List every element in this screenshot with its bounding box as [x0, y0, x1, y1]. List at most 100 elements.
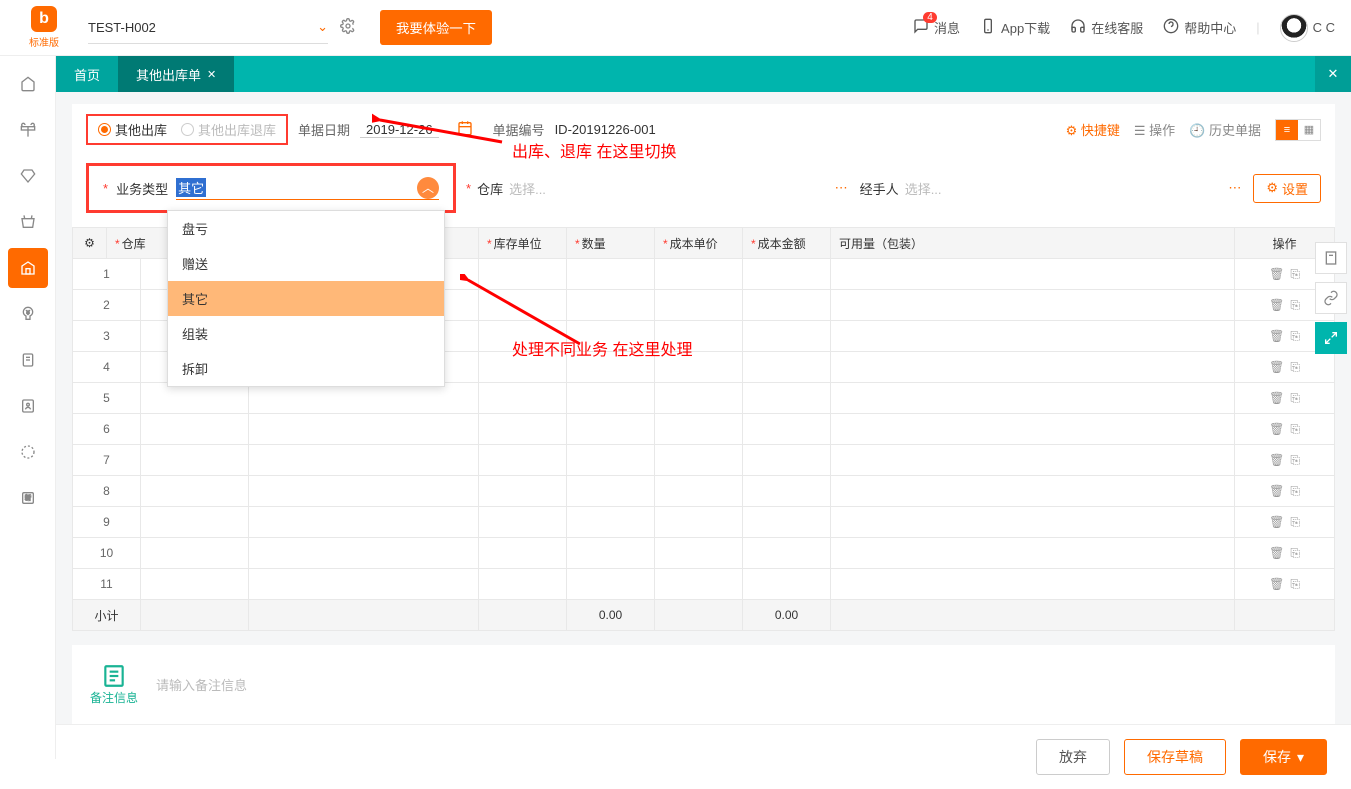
operations-link[interactable]: ☰ 操作 [1134, 120, 1175, 139]
copy-icon[interactable]: ⎘ [1290, 360, 1300, 375]
nav-gift-icon[interactable] [8, 110, 48, 150]
delete-icon[interactable]: 🗑 [1269, 267, 1284, 281]
radio-outbound-return[interactable]: 其他出库退库 [181, 120, 276, 139]
nav-refresh-icon[interactable] [8, 432, 48, 472]
top-bar: b 标准版 TEST-H002 ⌄ 我要体验一下 4 消息 App下载 在线客服… [0, 0, 1351, 56]
col-available: 可用量（包装） [831, 228, 1235, 259]
table-row[interactable]: 8🗑⎘ [73, 476, 1335, 507]
try-button[interactable]: 我要体验一下 [380, 10, 492, 45]
app-download-label: App下载 [1001, 18, 1050, 37]
nav-diamond-icon[interactable] [8, 156, 48, 196]
gutter-note-icon[interactable] [1315, 242, 1347, 274]
dropdown-item[interactable]: 其它 [168, 281, 444, 316]
table-row[interactable]: 9🗑⎘ [73, 507, 1335, 538]
radio-other-outbound[interactable]: 其他出库 [98, 120, 167, 139]
delete-icon[interactable]: 🗑 [1269, 422, 1284, 436]
grid-view-icon[interactable]: ▦ [1298, 120, 1320, 140]
app-download-link[interactable]: App下载 [980, 18, 1050, 37]
discard-button[interactable]: 放弃 [1036, 739, 1110, 775]
delete-icon[interactable]: 🗑 [1269, 329, 1284, 343]
help-link[interactable]: 帮助中心 [1163, 18, 1236, 37]
shortcut-link[interactable]: ⚙ 快捷键 [1066, 120, 1120, 139]
messages-link[interactable]: 4 消息 [913, 18, 960, 37]
business-type-field: * 业务类型 其它 ︿ [103, 176, 439, 200]
help-icon [1163, 18, 1179, 37]
dropdown-item[interactable]: 拆卸 [168, 351, 444, 386]
copy-icon[interactable]: ⎘ [1290, 546, 1300, 561]
table-row[interactable]: 11🗑⎘ [73, 569, 1335, 600]
table-row[interactable]: 6🗑⎘ [73, 414, 1335, 445]
copy-icon[interactable]: ⎘ [1290, 577, 1300, 592]
subtotal-label: 小计 [73, 600, 141, 631]
col-settings[interactable]: ⚙ [73, 228, 107, 259]
chevron-up-icon[interactable]: ︿ [417, 177, 439, 199]
copy-icon[interactable]: ⎘ [1290, 391, 1300, 406]
nav-bag-icon[interactable] [8, 202, 48, 242]
radio-return-label: 其他出库退库 [198, 120, 276, 139]
doc-no-label: 单据编号 [493, 120, 545, 139]
headset-icon [1070, 18, 1086, 37]
biz-type-dropdown: 盘亏赠送其它组装拆卸 [167, 210, 445, 387]
more-icon[interactable]: ⋯ [835, 180, 850, 196]
messages-label: 消息 [934, 18, 960, 37]
save-draft-button[interactable]: 保存草稿 [1124, 739, 1226, 775]
copy-icon[interactable]: ⎘ [1290, 298, 1300, 313]
copy-icon[interactable]: ⎘ [1290, 515, 1300, 530]
delete-icon[interactable]: 🗑 [1269, 453, 1284, 467]
warehouse-field[interactable]: * 仓库 选择... ⋯ [466, 179, 850, 198]
view-switch[interactable]: ≡ ▦ [1275, 119, 1321, 141]
radio-off-icon [181, 123, 194, 136]
delete-icon[interactable]: 🗑 [1269, 360, 1284, 374]
delete-icon[interactable]: 🗑 [1269, 515, 1284, 529]
dropdown-item[interactable]: 赠送 [168, 246, 444, 281]
date-value[interactable]: 2019-12-26 [360, 122, 439, 138]
delete-icon[interactable]: 🗑 [1269, 546, 1284, 560]
nav-new-icon[interactable]: 新 [8, 478, 48, 518]
delete-icon[interactable]: 🗑 [1269, 577, 1284, 591]
copy-icon[interactable]: ⎘ [1290, 422, 1300, 437]
nav-contact-icon[interactable] [8, 386, 48, 426]
copy-icon[interactable]: ⎘ [1290, 329, 1300, 344]
org-selector[interactable]: TEST-H002 ⌄ [88, 12, 328, 44]
close-all-tabs[interactable]: ✕ [1315, 56, 1351, 92]
table-row[interactable]: 7🗑⎘ [73, 445, 1335, 476]
copy-icon[interactable]: ⎘ [1290, 484, 1300, 499]
tab-other-outbound[interactable]: 其他出库单 ✕ [118, 56, 234, 92]
nav-money-icon[interactable]: ¥ [8, 294, 48, 334]
user-menu[interactable]: C C [1280, 14, 1335, 42]
customer-service-link[interactable]: 在线客服 [1070, 18, 1143, 37]
radio-out-label: 其他出库 [115, 120, 167, 139]
biz-type-select[interactable]: 其它 ︿ [176, 176, 439, 200]
delete-icon[interactable]: 🗑 [1269, 298, 1284, 312]
history-link[interactable]: 🕘 历史单据 [1189, 120, 1261, 139]
calendar-icon[interactable] [457, 120, 473, 139]
logo-label: 标准版 [29, 34, 59, 49]
gutter-link-icon[interactable] [1315, 282, 1347, 314]
required-marker: * [466, 181, 471, 196]
gear-icon[interactable] [340, 18, 356, 37]
remarks-input[interactable]: 请输入备注信息 [156, 675, 1317, 694]
operator-field[interactable]: 经手人 选择... ⋯ [860, 179, 1244, 198]
business-type-box: * 业务类型 其它 ︿ 盘亏赠送其它组装拆卸 [86, 163, 456, 213]
settings-button[interactable]: ⚙ 设置 [1253, 174, 1321, 203]
delete-icon[interactable]: 🗑 [1269, 484, 1284, 498]
more-icon[interactable]: ⋯ [1228, 180, 1243, 196]
dropdown-item[interactable]: 组装 [168, 316, 444, 351]
list-view-icon[interactable]: ≡ [1276, 120, 1298, 140]
biz-type-label: 业务类型 [116, 179, 168, 198]
close-icon[interactable]: ✕ [207, 68, 216, 81]
table-row[interactable]: 5🗑⎘ [73, 383, 1335, 414]
delete-icon[interactable]: 🗑 [1269, 391, 1284, 405]
subtotal-qty: 0.00 [567, 600, 655, 631]
required-marker: * [103, 181, 108, 196]
copy-icon[interactable]: ⎘ [1290, 453, 1300, 468]
table-row[interactable]: 10🗑⎘ [73, 538, 1335, 569]
nav-warehouse-icon[interactable] [8, 248, 48, 288]
save-button[interactable]: 保存▾ [1240, 739, 1327, 775]
copy-icon[interactable]: ⎘ [1290, 267, 1300, 282]
nav-clipboard-icon[interactable] [8, 340, 48, 380]
dropdown-item[interactable]: 盘亏 [168, 211, 444, 246]
tab-home[interactable]: 首页 [56, 56, 118, 92]
nav-home-icon[interactable] [8, 64, 48, 104]
gutter-expand-icon[interactable] [1315, 322, 1347, 354]
